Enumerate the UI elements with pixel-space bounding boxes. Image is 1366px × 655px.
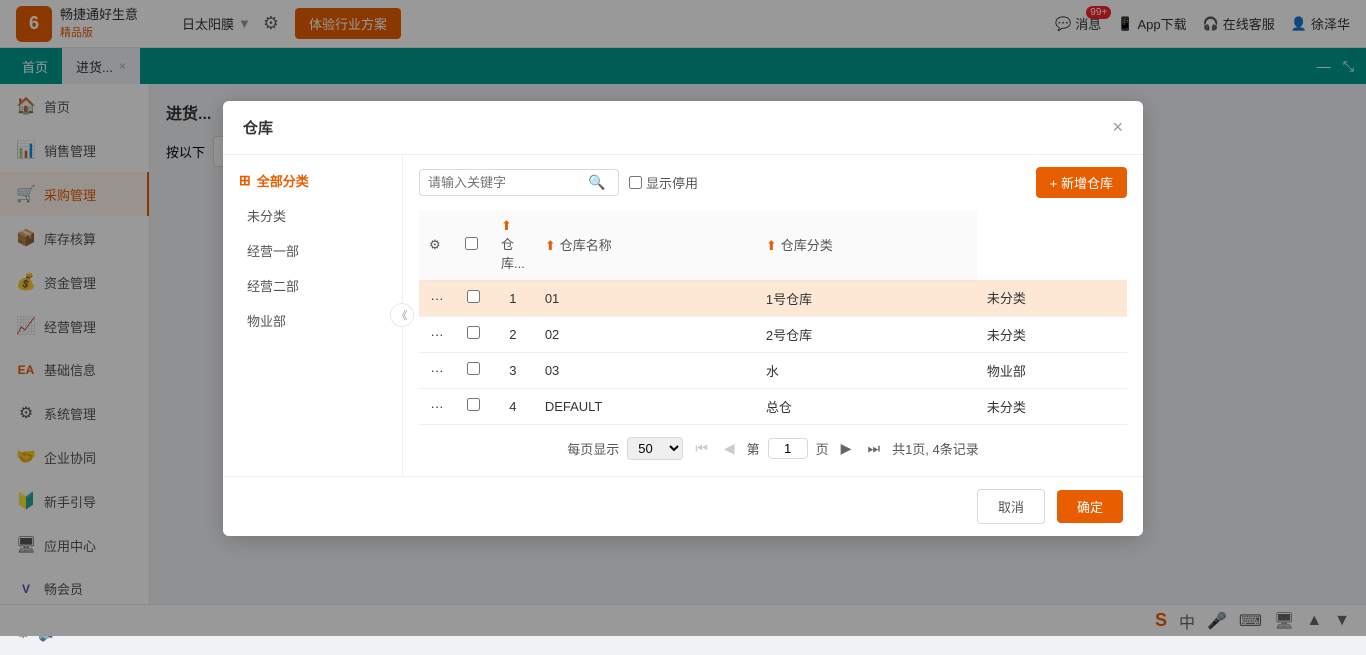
row-num: 4 [491,388,535,424]
row-category: 物业部 [977,352,1127,388]
th-category: ⬆仓库分类 [756,210,977,281]
page-label: 第 [747,439,760,458]
row-num: 3 [491,352,535,388]
modal-close-button[interactable]: × [1112,117,1123,138]
grid-icon: ⊞ [239,172,251,189]
row-gear[interactable]: ··· [419,352,455,388]
row-name: 水 [756,352,977,388]
row-code: 02 [535,316,756,352]
row-gear[interactable]: ··· [419,388,455,424]
table-row[interactable]: ··· 3 03 水 物业部 [419,352,1127,388]
cancel-button[interactable]: 取消 [977,489,1045,524]
modal-toolbar: 🔍 显示停用 + 新增仓库 [419,167,1127,198]
th-code: ⬆仓库... [491,210,535,281]
category-collapse-button[interactable]: 《 [390,303,414,327]
total-info: 共1页, 4条记录 [892,439,979,458]
row-checkbox[interactable] [455,280,491,316]
last-page-btn[interactable]: ⏭ [863,438,884,459]
row-code: 03 [535,352,756,388]
th-gear: ⚙ [419,210,455,281]
row-code: DEFAULT [535,388,756,424]
row-checkbox[interactable] [455,388,491,424]
prev-page-btn[interactable]: ◀ [720,438,739,459]
modal-title: 仓库 [243,117,273,138]
warehouse-table: ⚙ ⬆仓库... ⬆仓库名称 ⬆仓库分类 ··· 1 01 1号仓库 未分类 [419,210,1127,425]
row-gear[interactable]: ··· [419,280,455,316]
next-page-btn[interactable]: ▶ [837,438,856,459]
per-page-select[interactable]: 50 20 100 [627,437,683,460]
row-code: 01 [535,280,756,316]
row-gear[interactable]: ··· [419,316,455,352]
category-all[interactable]: ⊞ 全部分类 [223,163,402,198]
category-item-unclassified[interactable]: 未分类 [223,198,402,233]
table-row[interactable]: ··· 2 02 2号仓库 未分类 [419,316,1127,352]
row-category: 未分类 [977,316,1127,352]
show-disabled-check[interactable] [629,176,642,189]
modal-header: 仓库 × [223,101,1143,155]
th-name: ⬆仓库名称 [535,210,756,281]
show-disabled-checkbox[interactable]: 显示停用 [629,173,698,192]
category-item-property[interactable]: 物业部 [223,303,402,338]
row-checkbox[interactable] [455,352,491,388]
search-icon[interactable]: 🔍 [588,174,605,191]
row-name: 1号仓库 [756,280,977,316]
modal-overlay: 仓库 × 《 ⊞ 全部分类 未分类 经营一部 经营二部 物业部 [0,0,1366,636]
row-checkbox[interactable] [455,316,491,352]
table-wrapper: ⚙ ⬆仓库... ⬆仓库名称 ⬆仓库分类 ··· 1 01 1号仓库 未分类 [419,210,1127,425]
select-all-checkbox[interactable] [465,237,478,250]
category-item-ops2[interactable]: 经营二部 [223,268,402,303]
per-page-label: 每页显示 [567,439,619,458]
modal-body: 《 ⊞ 全部分类 未分类 经营一部 经营二部 物业部 🔍 [223,155,1143,476]
row-name: 2号仓库 [756,316,977,352]
confirm-button[interactable]: 确定 [1057,490,1123,523]
row-category: 未分类 [977,388,1127,424]
page-unit: 页 [816,439,829,458]
search-input[interactable] [428,175,588,190]
table-row[interactable]: ··· 1 01 1号仓库 未分类 [419,280,1127,316]
row-category: 未分类 [977,280,1127,316]
page-number-input[interactable] [768,438,808,459]
category-item-ops1[interactable]: 经营一部 [223,233,402,268]
modal-right-panel: 🔍 显示停用 + 新增仓库 ⚙ [403,155,1143,476]
row-name: 总仓 [756,388,977,424]
table-row[interactable]: ··· 4 DEFAULT 总仓 未分类 [419,388,1127,424]
category-panel: 《 ⊞ 全部分类 未分类 经营一部 经营二部 物业部 [223,155,403,476]
show-disabled-label: 显示停用 [646,173,698,192]
add-warehouse-button[interactable]: + 新增仓库 [1036,167,1127,198]
warehouse-modal: 仓库 × 《 ⊞ 全部分类 未分类 经营一部 经营二部 物业部 [223,101,1143,536]
th-check [455,210,491,281]
pagination: 每页显示 50 20 100 ⏮ ◀ 第 页 ▶ ⏭ 共1页, 4条记录 [419,425,1127,464]
row-num: 1 [491,280,535,316]
search-wrap: 🔍 [419,169,619,196]
row-num: 2 [491,316,535,352]
category-all-label: 全部分类 [257,171,309,190]
first-page-btn[interactable]: ⏮ [691,438,712,459]
modal-footer: 取消 确定 [223,476,1143,536]
